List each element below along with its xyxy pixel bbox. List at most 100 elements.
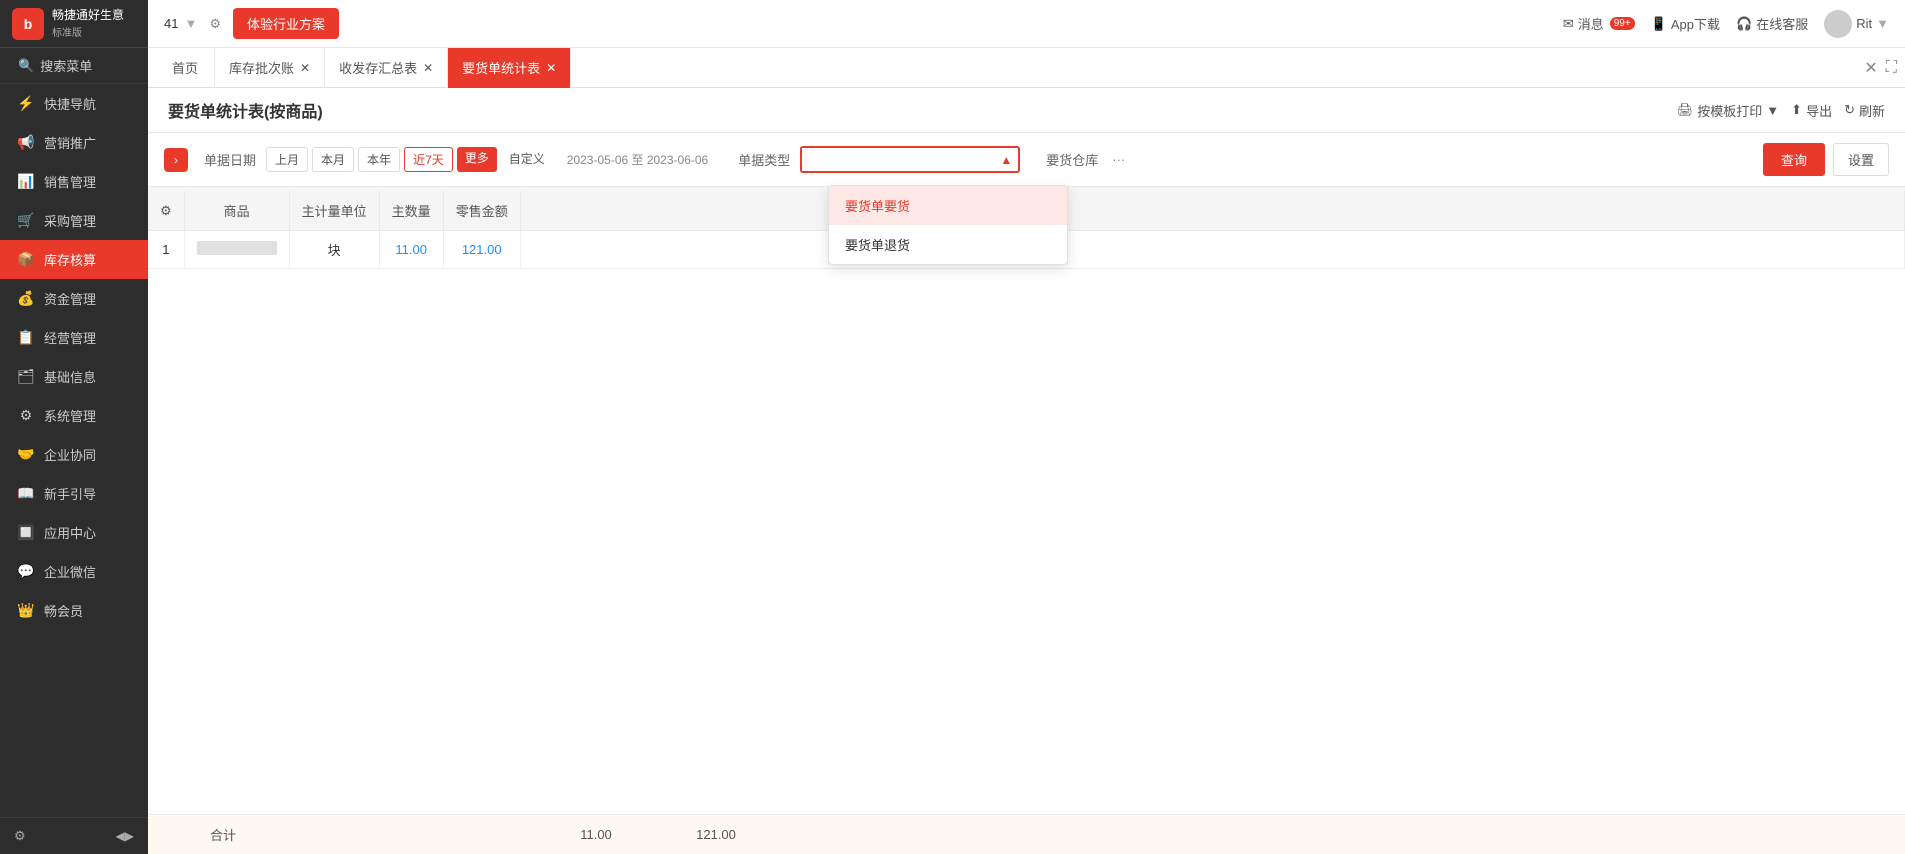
inventory-icon: 📦	[16, 251, 36, 268]
sidebar-item-app-center[interactable]: 🔲 应用中心	[0, 513, 148, 552]
base-info-label: 基础信息	[44, 367, 96, 386]
marketing-label: 营销推广	[44, 133, 96, 152]
print-btn[interactable]: 🖨 按模板打印 ▼	[1677, 101, 1779, 120]
close-tab-order-stat[interactable]: ✕	[546, 61, 556, 75]
date-label: 单据日期	[204, 150, 256, 169]
dropdown-item-order[interactable]: 要货单要货	[829, 186, 1067, 225]
date-range-display: 2023-05-06 至 2023-06-06	[567, 151, 708, 168]
sidebar-settings-icon[interactable]: ⚙	[14, 828, 26, 844]
tab-receive-send[interactable]: 收发存汇总表 ✕	[325, 48, 448, 88]
dropdown-item-return[interactable]: 要货单退货	[829, 225, 1067, 264]
date-custom[interactable]: 自定义	[501, 147, 553, 172]
sidebar-item-guide[interactable]: 📖 新手引导	[0, 474, 148, 513]
sidebar-item-quick-nav[interactable]: ⚡ 快捷导航	[0, 84, 148, 123]
online-service-btn[interactable]: 🎧 在线客服	[1736, 14, 1808, 33]
chevron-right-icon: ›	[174, 153, 178, 167]
close-tab-inventory-batch[interactable]: ✕	[300, 61, 310, 75]
sidebar-item-marketing[interactable]: 📢 营销推广	[0, 123, 148, 162]
query-btn[interactable]: 查询	[1763, 143, 1825, 176]
messages-badge: 99+	[1610, 17, 1635, 30]
trial-btn[interactable]: 体验行业方案	[233, 8, 339, 39]
main-area: 41 ▼ ⚙ 体验行业方案 ✉ 消息 99+ 📱 App下载 🎧 在线客服 R	[148, 0, 1905, 854]
cell-qty[interactable]: 11.00	[379, 231, 443, 269]
sidebar-item-system[interactable]: ⚙ 系统管理	[0, 396, 148, 435]
sidebar-item-wx[interactable]: 💬 企业微信	[0, 552, 148, 591]
operation-label: 经营管理	[44, 328, 96, 347]
messages-btn[interactable]: ✉ 消息 99+	[1563, 14, 1635, 33]
export-btn[interactable]: ⬆ 导出	[1791, 101, 1832, 120]
total-label: 合计	[160, 825, 236, 844]
sidebar-item-inventory[interactable]: 📦 库存核算	[0, 240, 148, 279]
table-area: ⚙ 商品 主计量单位 主数量 零售金额 1 块	[148, 191, 1905, 814]
tab-inventory-batch-label: 库存批次账	[229, 58, 294, 77]
user-dropdown-icon: ▼	[1876, 16, 1889, 31]
app-download-label: App下载	[1671, 14, 1720, 33]
sidebar-item-operation[interactable]: 📋 经营管理	[0, 318, 148, 357]
filter-area: › 单据日期 上月 本月 本年 近7天 更多 自定义 2023-05-06 至 …	[148, 133, 1905, 187]
topbar-right: ✉ 消息 99+ 📱 App下载 🎧 在线客服 Rit ▼	[1563, 10, 1889, 38]
sidebar-item-purchase[interactable]: 🛒 采购管理	[0, 201, 148, 240]
brand-sub: 标准版	[52, 24, 124, 39]
date-btn-this-month[interactable]: 本月	[312, 147, 354, 172]
user-menu[interactable]: Rit ▼	[1824, 10, 1889, 38]
search-icon: 🔍	[18, 58, 34, 74]
col-extra	[520, 191, 1904, 231]
date-btn-more[interactable]: 更多	[457, 147, 497, 172]
tab-order-stat[interactable]: 要货单统计表 ✕	[448, 48, 571, 88]
sidebar-search[interactable]: 🔍 搜索菜单	[0, 48, 148, 84]
page-content: 要货单统计表(按商品) 🖨 按模板打印 ▼ ⬆ 导出 ↻ 刷新	[148, 88, 1905, 854]
tab-home[interactable]: 首页	[156, 48, 215, 88]
page-header-actions: 🖨 按模板打印 ▼ ⬆ 导出 ↻ 刷新	[1677, 101, 1885, 120]
sidebar-item-base-info[interactable]: 🗂 基础信息	[0, 357, 148, 396]
home-tab-label: 首页	[172, 58, 198, 77]
store-selector[interactable]: 41 ▼	[164, 16, 197, 31]
member-icon: 👑	[16, 602, 36, 619]
date-btn-this-year[interactable]: 本年	[358, 147, 400, 172]
filter-actions: 查询 设置	[1763, 143, 1889, 176]
app-download-icon: 📱	[1651, 16, 1667, 32]
cooperation-icon: 🤝	[16, 446, 36, 463]
date-btn-last-month[interactable]: 上月	[266, 147, 308, 172]
guide-label: 新手引导	[44, 484, 96, 503]
app-center-icon: 🔲	[16, 524, 36, 541]
sidebar-nav: ⚡ 快捷导航 📢 营销推广 📊 销售管理 🛒 采购管理 📦 库存核算 💰 资金管…	[0, 84, 148, 817]
quick-nav-label: 快捷导航	[44, 94, 96, 113]
sidebar-item-cooperation[interactable]: 🤝 企业协同	[0, 435, 148, 474]
tabs-close-all[interactable]: ✕	[1864, 58, 1877, 78]
filter-toggle-btn[interactable]: ›	[164, 148, 188, 172]
type-input[interactable]	[802, 148, 994, 171]
sales-icon: 📊	[16, 173, 36, 190]
app-download-btn[interactable]: 📱 App下载	[1651, 14, 1720, 33]
base-info-icon: 🗂	[16, 368, 36, 385]
cell-amount[interactable]: 121.00	[443, 231, 520, 269]
user-name: Rit	[1856, 16, 1872, 31]
wx-icon: 💬	[16, 563, 36, 580]
system-icon: ⚙	[16, 407, 36, 424]
page-header: 要货单统计表(按商品) 🖨 按模板打印 ▼ ⬆ 导出 ↻ 刷新	[148, 88, 1905, 133]
sidebar-item-sales[interactable]: 📊 销售管理	[0, 162, 148, 201]
store-number: 41	[164, 16, 178, 31]
tab-inventory-batch[interactable]: 库存批次账 ✕	[215, 48, 325, 88]
warehouse-dots[interactable]: ···	[1112, 152, 1125, 167]
refresh-btn[interactable]: ↻ 刷新	[1844, 101, 1885, 120]
sidebar-item-finance[interactable]: 💰 资金管理	[0, 279, 148, 318]
sidebar-collapse-icon[interactable]: ◀▶	[116, 829, 134, 843]
sales-label: 销售管理	[44, 172, 96, 191]
type-label: 单据类型	[738, 150, 790, 169]
tabs-expand[interactable]: ⛶	[1886, 59, 1897, 77]
date-btn-last-7[interactable]: 近7天	[404, 147, 453, 172]
settings-icon[interactable]: ⚙	[209, 16, 221, 32]
marketing-icon: 📢	[16, 134, 36, 151]
col-settings-header[interactable]: ⚙	[148, 191, 184, 231]
tabs-bar: 首页 库存批次账 ✕ 收发存汇总表 ✕ 要货单统计表 ✕ ✕ ⛶	[148, 48, 1905, 88]
brand-name: 畅捷通好生意	[52, 8, 124, 24]
tabs-bar-right: ✕ ⛶	[1864, 58, 1905, 78]
col-amount-header: 零售金额	[443, 191, 520, 231]
avatar	[1824, 10, 1852, 38]
sidebar-item-member[interactable]: 👑 畅会员	[0, 591, 148, 630]
type-dropdown-arrow[interactable]: ▲	[994, 153, 1018, 167]
close-tab-receive-send[interactable]: ✕	[423, 61, 433, 75]
wx-label: 企业微信	[44, 562, 96, 581]
settings-btn[interactable]: 设置	[1833, 143, 1889, 176]
messages-icon: ✉	[1563, 16, 1574, 32]
